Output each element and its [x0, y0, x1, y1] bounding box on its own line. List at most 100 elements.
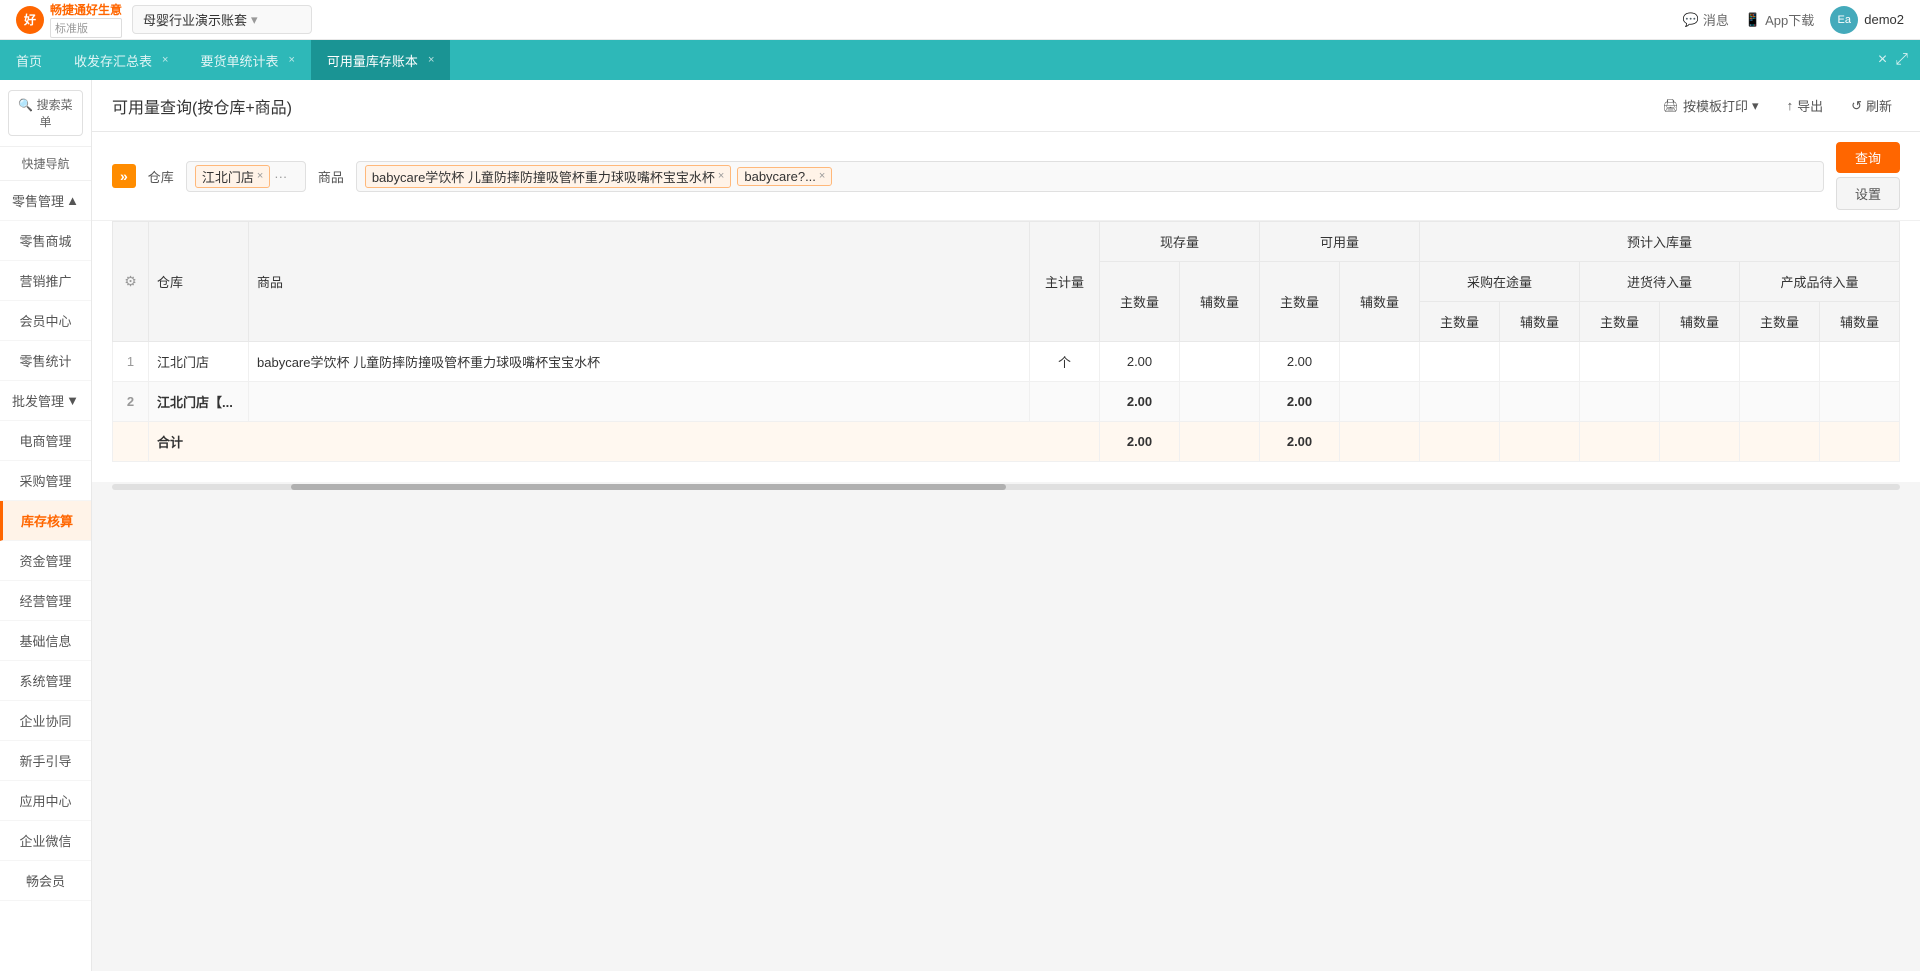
inventory-label: 库存核算: [21, 511, 73, 530]
export-label: 导出: [1797, 96, 1823, 115]
sidebar-item-marketing[interactable]: 营销推广: [0, 261, 91, 301]
footer-stock-main: 2.00: [1100, 422, 1180, 462]
sidebar-item-ecommerce[interactable]: 电商管理: [0, 421, 91, 461]
row-1-stock-main: 2.00: [1100, 342, 1180, 382]
tab-order-stats[interactable]: 要货单统计表 ×: [184, 40, 310, 80]
content-area: 可用量查询(按仓库+商品) 🖨 按模板打印 ▾ ↑ 导出 ↺ 刷新 »: [92, 80, 1920, 971]
app-download-btn[interactable]: 📱 App下载: [1745, 10, 1814, 29]
row-1-purch-aux: [1500, 342, 1580, 382]
export-btn[interactable]: ↑ 导出: [1779, 92, 1832, 119]
footer-label: 合计: [149, 422, 1100, 462]
footer-purch-aux: [1500, 422, 1580, 462]
org-selector[interactable]: 母婴行业演示账套 ▾: [132, 5, 312, 34]
sidebar-item-purchase[interactable]: 采购管理: [0, 461, 91, 501]
user-name: demo2: [1864, 12, 1904, 27]
sidebar-item-inventory[interactable]: 库存核算: [0, 501, 91, 541]
settings-btn[interactable]: 设置: [1836, 177, 1900, 210]
sidebar-item-vip[interactable]: 畅会员: [0, 861, 91, 901]
row-2-unit: [1030, 382, 1100, 422]
row-2-purch-aux: [1500, 382, 1580, 422]
export-icon: ↑: [1787, 98, 1794, 113]
org-name: 母婴行业演示账套: [143, 10, 247, 29]
tab-available-stock[interactable]: 可用量库存账本 ×: [311, 40, 450, 80]
print-template-btn[interactable]: 🖨 按模板打印 ▾: [1655, 92, 1767, 119]
sidebar-item-enterprise-collab[interactable]: 企业协同: [0, 701, 91, 741]
nav-close-all-btn[interactable]: ×: [1878, 51, 1887, 69]
sidebar-item-app-center[interactable]: 应用中心: [0, 781, 91, 821]
top-bar-left: 好 畅捷通好生意 标准版 母婴行业演示账套 ▾: [16, 1, 312, 38]
refresh-btn[interactable]: ↺ 刷新: [1843, 92, 1900, 119]
sidebar-item-operations[interactable]: 经营管理: [0, 581, 91, 621]
footer-empty-1: [113, 422, 149, 462]
footer-prod-main: [1740, 422, 1820, 462]
wholesale-mgmt-label: 批发管理: [12, 391, 64, 410]
table-settings-icon[interactable]: ⚙: [124, 273, 137, 289]
marketing-label: 营销推广: [19, 271, 71, 290]
close-order-stats-icon[interactable]: ×: [288, 54, 294, 66]
nav-tabs-bar: 首页 收发存汇总表 × 要货单统计表 × 可用量库存账本 × × ⤢: [0, 40, 1920, 80]
message-btn[interactable]: 💬 消息: [1683, 10, 1729, 29]
incoming-main-qty-header: 主数量: [1580, 302, 1660, 342]
horizontal-scrollbar[interactable]: [92, 482, 1920, 492]
incoming-group-header: 进货待入量: [1580, 262, 1740, 302]
sidebar-nav-shortcut[interactable]: 快捷导航: [0, 147, 91, 181]
sidebar-item-basic-info[interactable]: 基础信息: [0, 621, 91, 661]
sidebar-item-enterprise-wechat[interactable]: 企业微信: [0, 821, 91, 861]
row-1-product: babycare学饮杯 儿童防摔防撞吸管杯重力球吸嘴杯宝宝水杯: [249, 342, 1030, 382]
product-tag-1-close[interactable]: ×: [718, 170, 724, 182]
sidebar-item-system[interactable]: 系统管理: [0, 661, 91, 701]
message-label: 消息: [1703, 10, 1729, 29]
nav-expand-btn[interactable]: ⤢: [1895, 51, 1908, 69]
warehouse-filter-group: 江北门店 × ···: [186, 161, 306, 192]
filter-toggle-btn[interactable]: »: [112, 164, 136, 188]
sidebar: 🔍 搜索菜单 快捷导航 零售管理 ▲ 零售商城 营销推广 会员中心 零售统计 批…: [0, 80, 92, 971]
row-2-prod-aux: [1820, 382, 1900, 422]
row-2-prod-main: [1740, 382, 1820, 422]
close-receipt-summary-icon[interactable]: ×: [162, 54, 168, 66]
user-initial: Ea: [1838, 14, 1851, 26]
retail-mgmt-label: 零售管理: [12, 191, 64, 210]
warehouse-more-icon[interactable]: ···: [274, 169, 287, 184]
sidebar-item-members[interactable]: 会员中心: [0, 301, 91, 341]
sidebar-item-retail-stats[interactable]: 零售统计: [0, 341, 91, 381]
nav-tab-actions: × ⤢: [1866, 51, 1920, 69]
row-1-avail-main: 2.00: [1260, 342, 1340, 382]
close-available-stock-icon[interactable]: ×: [428, 54, 434, 66]
warehouse-tag-close[interactable]: ×: [257, 170, 263, 182]
avail-main-qty-header: 主数量: [1260, 262, 1340, 342]
product-filter-group: babycare学饮杯 儿童防摔防撞吸管杯重力球吸嘴杯宝宝水杯 × babyca…: [356, 161, 1824, 192]
footer-incoming-aux: [1660, 422, 1740, 462]
row-2-stock-main: 2.00: [1100, 382, 1180, 422]
logo-area: 好 畅捷通好生意 标准版: [16, 1, 122, 38]
stock-group-header: 现存量: [1100, 222, 1260, 262]
row-1-purch-main: [1420, 342, 1500, 382]
row-1-incoming-aux: [1660, 342, 1740, 382]
tab-receipt-summary[interactable]: 收发存汇总表 ×: [58, 40, 184, 80]
refresh-icon: ↺: [1851, 98, 1862, 114]
template-badge: 标准版: [50, 18, 122, 38]
tab-available-stock-label: 可用量库存账本: [327, 51, 418, 70]
user-area[interactable]: Ea demo2: [1830, 6, 1904, 34]
footer-incoming-main: [1580, 422, 1660, 462]
purchase-transit-group-header: 采购在途量: [1420, 262, 1580, 302]
table-row-group: 2 江北门店【... 2.00 2.00: [113, 382, 1900, 422]
product-tag-2-close[interactable]: ×: [819, 170, 825, 182]
system-label: 系统管理: [19, 671, 71, 690]
sidebar-item-wholesale-mgmt[interactable]: 批发管理 ▼: [0, 381, 91, 421]
vip-label: 畅会员: [26, 871, 65, 890]
query-btn[interactable]: 查询: [1836, 142, 1900, 173]
scroll-thumb[interactable]: [291, 484, 1006, 490]
scroll-track[interactable]: [112, 484, 1900, 490]
tab-receipt-summary-label: 收发存汇总表: [74, 51, 152, 70]
enterprise-collab-label: 企业协同: [19, 711, 71, 730]
new-guide-label: 新手引导: [19, 751, 71, 770]
sidebar-search-btn[interactable]: 🔍 搜索菜单: [8, 90, 83, 136]
retail-stats-label: 零售统计: [19, 351, 71, 370]
sidebar-item-new-guide[interactable]: 新手引导: [0, 741, 91, 781]
print-icon: 🖨: [1663, 98, 1680, 114]
sidebar-item-retail-mall[interactable]: 零售商城: [0, 221, 91, 261]
row-1-prod-main: [1740, 342, 1820, 382]
tab-home[interactable]: 首页: [0, 40, 58, 80]
sidebar-item-retail-mgmt[interactable]: 零售管理 ▲: [0, 181, 91, 221]
sidebar-item-finance[interactable]: 资金管理: [0, 541, 91, 581]
